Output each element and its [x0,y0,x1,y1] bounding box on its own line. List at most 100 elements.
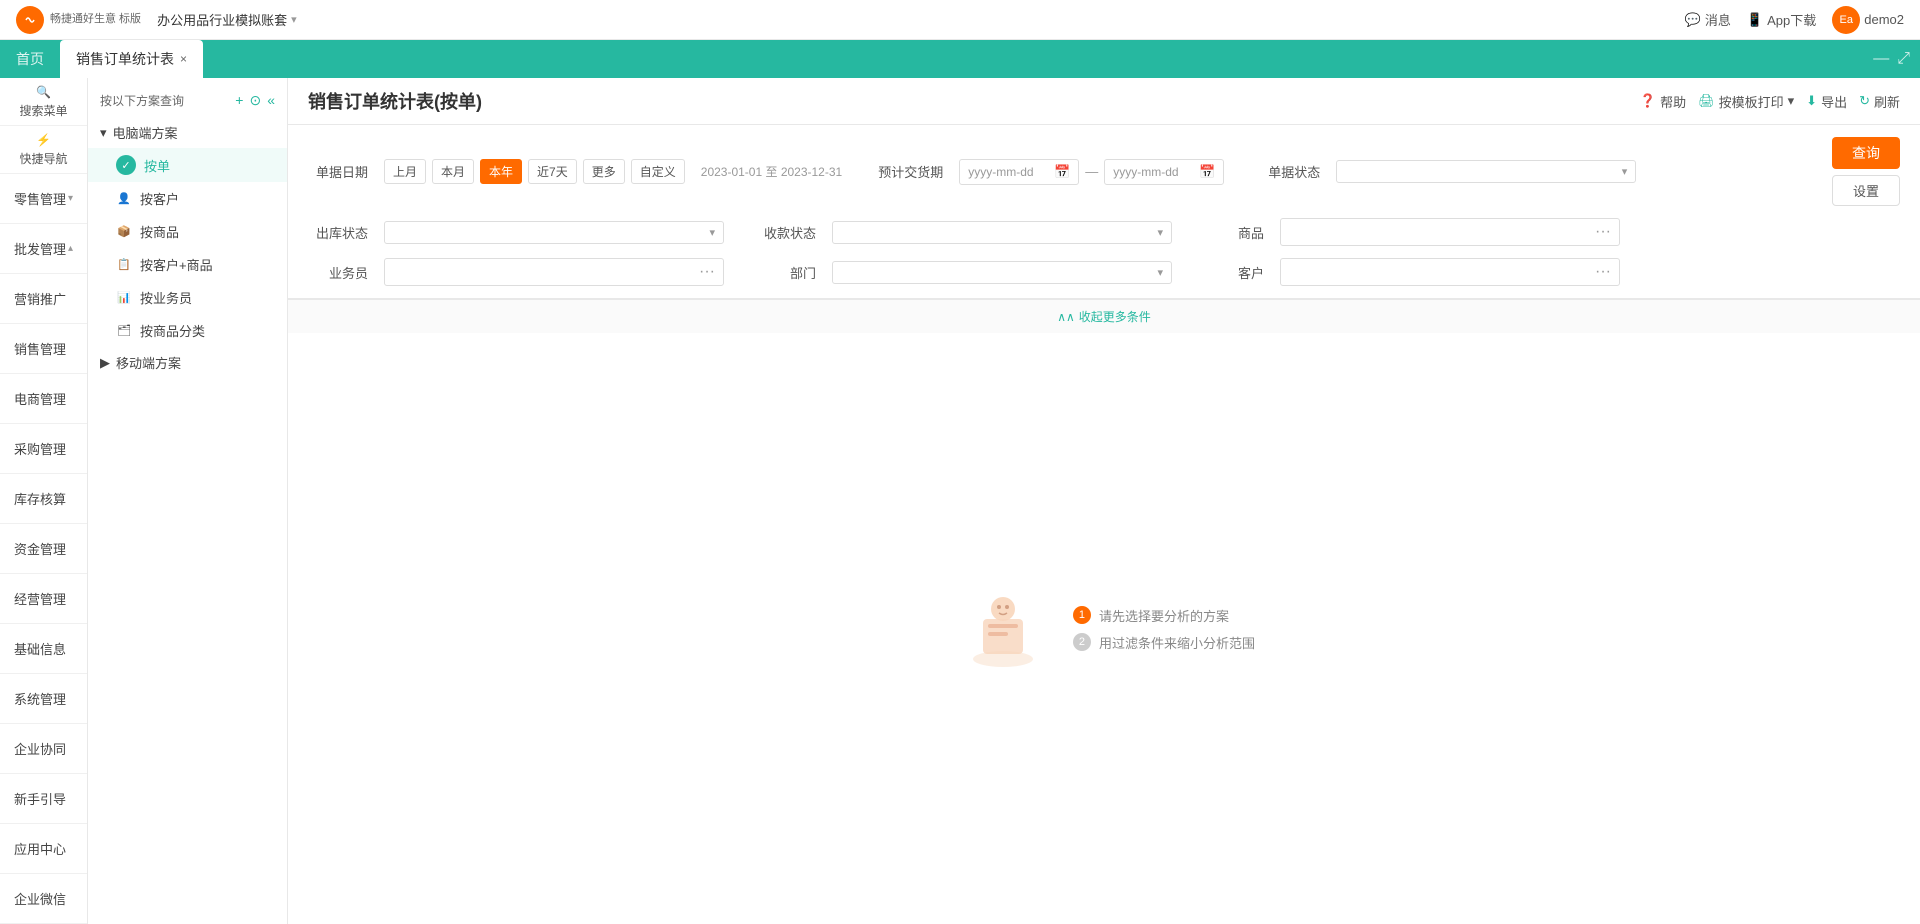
content-area: 按以下方案查询 + ⊙ « ▾ 电脑端方案 ✓ 按单 [88,78,1920,924]
refresh-button[interactable]: ↻ 刷新 [1859,92,1900,111]
scheme-item-by-customer-product[interactable]: 📋 按客户+商品 [88,248,287,281]
sidebar-item-appcenter[interactable]: 应用中心 [0,824,87,874]
customer-select[interactable]: ··· [1280,258,1620,286]
payment-status-select[interactable]: ▾ [832,221,1172,244]
tab-bar-actions: — ⤢ [1873,50,1920,68]
scheme-item-by-salesman[interactable]: 📊 按业务员 [88,281,287,314]
sidebar-shortcut[interactable]: ⚡ 快捷导航 [0,126,87,174]
dept-select[interactable]: ▾ [832,261,1172,284]
sidebar-retail-arrow: ▾ [68,193,73,204]
tip-num-1: 1 [1073,606,1091,624]
sidebar-item-guide[interactable]: 新手引导 [0,774,87,824]
scheme-panel-actions: + ⊙ « [235,92,275,109]
print-button[interactable]: 🖨 按模板打印 ▾ [1698,92,1794,111]
date-btn-thismonth[interactable]: 本月 [432,159,474,184]
scheme-item-by-customer[interactable]: 👤 按客户 [88,182,287,215]
date-btn-custom[interactable]: 自定义 [631,159,685,184]
scheme-mobile-title[interactable]: ▶ 移动端方案 [88,347,287,378]
settings-button[interactable]: 设置 [1832,175,1900,206]
scheme-by-customer-product-label: 按客户+商品 [140,255,213,274]
date-range-text: 2023-01-01 至 2023-12-31 [701,163,842,180]
filter-row-date: 单据日期 上月 本月 本年 近7天 更多 自定义 2023-01-01 至 20… [308,137,1900,206]
refresh-icon: ↻ [1859,93,1870,109]
sidebar-item-sales[interactable]: 销售管理 [0,324,87,374]
scheme-item-by-order[interactable]: ✓ 按单 [88,148,287,182]
sidebar-item-retail[interactable]: 零售管理 ▾ [0,174,87,224]
sidebar-item-finance[interactable]: 资金管理 [0,524,87,574]
empty-illustration [953,579,1053,679]
company-selector[interactable]: 办公用品行业模拟账套 ▾ [149,10,305,29]
scheme-by-product-label: 按商品 [140,222,179,241]
sidebar-system-label: 系统管理 [14,689,66,708]
message-button[interactable]: 💬 消息 [1685,10,1731,29]
date-btn-more[interactable]: 更多 [583,159,625,184]
action-buttons: 查询 设置 [1832,137,1900,206]
tab-sales-stats[interactable]: 销售订单统计表 × [60,40,203,78]
sidebar-marketing-label: 营销推广 [14,289,66,308]
sidebar-item-marketing[interactable]: 营销推广 [0,274,87,324]
user-name: demo2 [1864,12,1904,27]
customer-dots[interactable]: ··· [1595,263,1611,281]
tab-minimize-icon[interactable]: — [1873,50,1889,68]
tab-home[interactable]: 首页 [0,40,60,78]
top-bar: 畅捷通好生意 标版 办公用品行业模拟账套 ▾ 💬 消息 📱 App下载 Ea d… [0,0,1920,40]
logo-area: 畅捷通好生意 标版 [16,6,141,34]
sidebar-search[interactable]: 🔍 搜索菜单 [0,78,87,126]
product-select[interactable]: ··· [1280,218,1620,246]
sidebar-operations-label: 经营管理 [14,589,66,608]
collapse-row[interactable]: ∧∧ 收起更多条件 [288,299,1920,333]
product-dots[interactable]: ··· [1595,223,1611,241]
filter-row-salesman: 业务员 ··· 部门 ▾ 客户 ··· [308,258,1900,286]
date-btn-7days[interactable]: 近7天 [528,159,577,184]
scheme-add-icon[interactable]: + [235,92,243,109]
sidebar-item-purchase[interactable]: 采购管理 [0,424,87,474]
date-btn-thisyear[interactable]: 本年 [480,159,522,184]
scheme-collapse-icon[interactable]: « [267,92,275,109]
search-icon: 🔍 [36,85,51,99]
sidebar-item-system[interactable]: 系统管理 [0,674,87,724]
app-download-icon: 📱 [1747,12,1763,28]
sidebar-item-cooperation[interactable]: 企业协同 [0,724,87,774]
user-profile[interactable]: Ea demo2 [1832,6,1904,34]
empty-tip-2: 2 用过滤条件来缩小分析范围 [1073,633,1255,652]
message-icon: 💬 [1685,12,1701,28]
scheme-mobile-label: 移动端方案 [116,353,181,372]
tab-close-icon[interactable]: × [180,52,187,66]
sidebar-item-basic[interactable]: 基础信息 [0,624,87,674]
sidebar-cooperation-label: 企业协同 [14,739,66,758]
status-arrow-icon: ▾ [1622,165,1628,178]
sidebar-item-wholesale[interactable]: 批发管理 ▴ [0,224,87,274]
sidebar-finance-label: 资金管理 [14,539,66,558]
expected-date-start[interactable]: yyyy-mm-dd 📅 [959,159,1079,185]
sidebar-guide-label: 新手引导 [14,789,66,808]
help-button[interactable]: ❓ 帮助 [1640,92,1686,111]
sidebar: 🔍 搜索菜单 ⚡ 快捷导航 零售管理 ▾ 批发管理 ▴ 营销推广 销售管理 电商… [0,78,88,924]
sidebar-item-inventory[interactable]: 库存核算 [0,474,87,524]
sidebar-item-operations[interactable]: 经营管理 [0,574,87,624]
app-download-button[interactable]: 📱 App下载 [1747,10,1816,29]
sidebar-item-wechat[interactable]: 企业微信 [0,874,87,924]
scheme-desktop-title[interactable]: ▾ 电脑端方案 [88,117,287,148]
status-select[interactable]: ▾ [1336,160,1636,183]
product-label: 商品 [1204,223,1264,242]
export-label: 导出 [1821,92,1847,111]
salesman-select[interactable]: ··· [384,258,724,286]
tab-maximize-icon[interactable]: ⤢ [1897,50,1910,68]
ship-status-select[interactable]: ▾ [384,221,724,244]
search-label: 搜索菜单 [19,102,67,119]
scheme-item-by-product[interactable]: 📦 按商品 [88,215,287,248]
sidebar-retail-label: 零售管理 [14,189,66,208]
salesman-dots[interactable]: ··· [699,263,715,281]
sidebar-item-ecommerce[interactable]: 电商管理 [0,374,87,424]
payment-status-label: 收款状态 [756,223,816,242]
scheme-by-order-label: 按单 [144,156,170,175]
date-btn-lastmonth[interactable]: 上月 [384,159,426,184]
export-button[interactable]: ⬇ 导出 [1806,92,1847,111]
logo-text: 畅捷通好生意 标版 [50,12,141,26]
scheme-item-by-category[interactable]: 🗂 按商品分类 [88,314,287,347]
scheme-settings-icon[interactable]: ⊙ [249,92,261,109]
expected-date-end[interactable]: yyyy-mm-dd 📅 [1104,159,1224,185]
filter-row-ship: 出库状态 ▾ 收款状态 ▾ 商品 ··· [308,218,1900,246]
ship-status-label: 出库状态 [308,223,368,242]
query-button[interactable]: 查询 [1832,137,1900,169]
